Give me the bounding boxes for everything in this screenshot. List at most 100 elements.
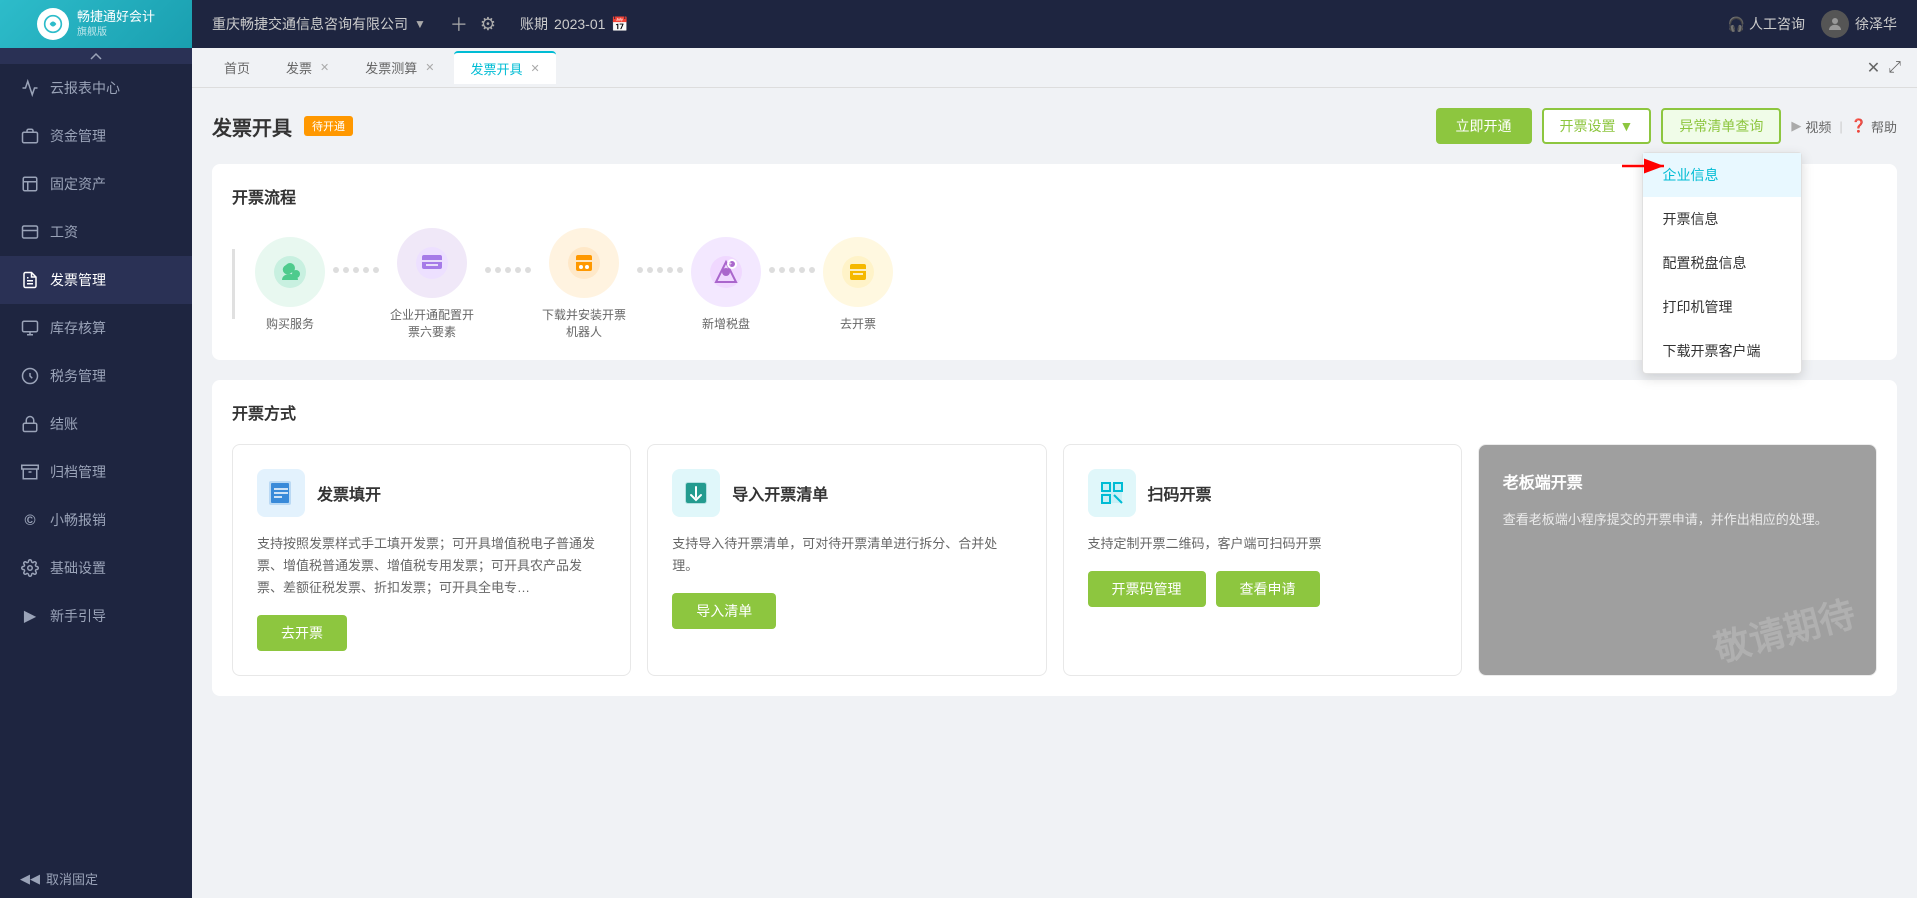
view-application-button[interactable]: 查看申请 bbox=[1216, 571, 1320, 607]
flow-steps: 购买服务 企业开通配置开票六要素 bbox=[232, 228, 1877, 340]
sidebar-item-label: 基础设置 bbox=[50, 558, 106, 578]
reports-icon bbox=[20, 78, 40, 98]
service-label: 人工咨询 bbox=[1749, 14, 1805, 34]
headset-icon: 🎧 bbox=[1728, 16, 1745, 33]
user-info[interactable]: 徐泽华 bbox=[1821, 10, 1897, 38]
settings-button[interactable]: ⚙ bbox=[480, 14, 496, 35]
sidebar-item-salary[interactable]: 工资 bbox=[0, 208, 192, 256]
connector-1 bbox=[333, 267, 379, 273]
dropdown-item-printer[interactable]: 打印机管理 bbox=[1643, 285, 1801, 329]
company-dropdown-arrow: ▼ bbox=[414, 17, 426, 31]
add-tab-button[interactable]: ＋ bbox=[450, 11, 468, 37]
video-label[interactable]: 视频 bbox=[1805, 117, 1831, 136]
method-card-scan: 扫码开票 支持定制开票二维码，客户端可扫码开票 开票码管理 查看申请 bbox=[1063, 444, 1462, 676]
connector-4 bbox=[769, 267, 815, 273]
tab-invoice-list-label: 发票 bbox=[286, 58, 312, 77]
dropdown-item-tax-disk[interactable]: 配置税盘信息 bbox=[1643, 241, 1801, 285]
header-actions: 立即开通 开票设置 ▼ 企业信息 开票信息 bbox=[1436, 108, 1897, 144]
sidebar-item-label: 税务管理 bbox=[50, 366, 106, 386]
close-tab-button[interactable]: ✕ bbox=[1867, 58, 1880, 78]
sidebar-item-archive[interactable]: 归档管理 bbox=[0, 448, 192, 496]
tab-invoice-list[interactable]: 发票 ✕ bbox=[270, 52, 345, 83]
setting-button[interactable]: 开票设置 ▼ bbox=[1542, 108, 1652, 144]
tab-invoice-open[interactable]: 发票开具 ✕ bbox=[454, 51, 555, 84]
step-label-1: 购买服务 bbox=[266, 315, 314, 332]
sidebar-item-settings[interactable]: 基础设置 bbox=[0, 544, 192, 592]
sidebar-item-inventory[interactable]: 库存核算 bbox=[0, 304, 192, 352]
status-badge: 待开通 bbox=[304, 116, 353, 136]
page-title: 发票开具 bbox=[212, 112, 292, 141]
main-layout: 云报表中心 资金管理 固定资产 工资 发票管理 bbox=[0, 48, 1917, 898]
period-label: 账期 bbox=[520, 14, 548, 34]
method-card-fill: 发票填开 支持按照发票样式手工填开发票；可开具增值税电子普通发票、增值税普通发票… bbox=[232, 444, 631, 676]
exception-button[interactable]: 异常清单查询 bbox=[1661, 108, 1781, 144]
period-value: 2023-01 bbox=[554, 16, 605, 32]
sidebar-item-assets[interactable]: 固定资产 bbox=[0, 160, 192, 208]
import-invoice-title: 导入开票清单 bbox=[732, 481, 828, 505]
setting-dropdown-menu: 企业信息 开票信息 配置税盘信息 打印机管理 bbox=[1642, 152, 1802, 374]
sidebar-item-reports[interactable]: 云报表中心 bbox=[0, 64, 192, 112]
setting-dropdown-wrapper: 开票设置 ▼ 企业信息 开票信息 配置税盘信息 bbox=[1542, 108, 1652, 144]
sidebar-item-label: 发票管理 bbox=[50, 270, 106, 290]
logo-icon bbox=[37, 8, 69, 40]
settings-sidebar-icon bbox=[20, 558, 40, 578]
funds-icon bbox=[20, 126, 40, 146]
sidebar-item-tax[interactable]: 税务管理 bbox=[0, 352, 192, 400]
step-circle-1 bbox=[255, 237, 325, 307]
method-card-boss: 老板端开票 查看老板端小程序提交的开票申请，并作出相应的处理。 敬请期待 bbox=[1478, 444, 1877, 676]
setting-button-label: 开票设置 bbox=[1560, 116, 1616, 136]
import-invoice-icon bbox=[672, 469, 720, 517]
sidebar-item-accounting[interactable]: 结账 bbox=[0, 400, 192, 448]
import-invoice-button[interactable]: 导入清单 bbox=[672, 593, 776, 629]
sidebar-item-report2[interactable]: © 小畅报销 bbox=[0, 496, 192, 544]
svg-text:+: + bbox=[728, 261, 732, 268]
step-circle-5 bbox=[823, 237, 893, 307]
dropdown-item-invoice-info[interactable]: 开票信息 bbox=[1643, 197, 1801, 241]
invoice-icon bbox=[20, 270, 40, 290]
method-section-title: 开票方式 bbox=[232, 400, 1877, 424]
user-service[interactable]: 🎧 人工咨询 bbox=[1728, 14, 1805, 34]
sidebar-item-funds[interactable]: 资金管理 bbox=[0, 112, 192, 160]
dropdown-item-label: 配置税盘信息 bbox=[1663, 255, 1747, 271]
company-selector[interactable]: 重庆畅捷交通信息咨询有限公司 ▼ bbox=[212, 14, 426, 34]
dropdown-item-download-client[interactable]: 下载开票客户端 bbox=[1643, 329, 1801, 373]
boss-invoice-desc: 查看老板端小程序提交的开票申请，并作出相应的处理。 bbox=[1503, 509, 1852, 531]
help-label[interactable]: 帮助 bbox=[1871, 117, 1897, 136]
tab-invoice-test-close[interactable]: ✕ bbox=[425, 61, 434, 74]
tab-home[interactable]: 首页 bbox=[208, 52, 266, 83]
play-icon: ▶ bbox=[1791, 118, 1801, 134]
assets-icon bbox=[20, 174, 40, 194]
method-header-fill: 发票填开 bbox=[257, 469, 606, 517]
tab-invoice-list-close[interactable]: ✕ bbox=[320, 61, 329, 74]
topbar: 畅捷通好会计 旗舰版 重庆畅捷交通信息咨询有限公司 ▼ ＋ ⚙ 账期 2023-… bbox=[0, 0, 1917, 48]
sidebar-cancel-fixed[interactable]: ◀◀ 取消固定 bbox=[0, 859, 192, 898]
connector-2 bbox=[485, 267, 531, 273]
sidebar-item-label: 新手引导 bbox=[50, 606, 106, 626]
activate-button[interactable]: 立即开通 bbox=[1436, 108, 1532, 144]
step-label-2: 企业开通配置开票六要素 bbox=[387, 306, 477, 340]
dropdown-item-label: 开票信息 bbox=[1663, 211, 1719, 227]
setting-dropdown-icon: ▼ bbox=[1620, 118, 1634, 134]
guide-icon: ▶ bbox=[20, 606, 40, 626]
scan-code-manage-button[interactable]: 开票码管理 bbox=[1088, 571, 1206, 607]
method-header-import: 导入开票清单 bbox=[672, 469, 1021, 517]
sidebar-item-invoice[interactable]: 发票管理 bbox=[0, 256, 192, 304]
sidebar-item-label: 小畅报销 bbox=[50, 510, 106, 530]
calendar-icon[interactable]: 📅 bbox=[611, 16, 628, 33]
tab-invoice-test[interactable]: 发票测算 ✕ bbox=[349, 52, 450, 83]
tab-invoice-open-close[interactable]: ✕ bbox=[531, 62, 540, 75]
fill-invoice-title: 发票填开 bbox=[317, 481, 381, 505]
sidebar-item-label: 结账 bbox=[50, 414, 78, 434]
fill-invoice-button[interactable]: 去开票 bbox=[257, 615, 347, 651]
methods-grid: 发票填开 支持按照发票样式手工填开发票；可开具增值税电子普通发票、增值税普通发票… bbox=[232, 444, 1877, 676]
flow-step-3: 下载并安装开票机器人 bbox=[539, 228, 629, 340]
step-label-4: 新增税盘 bbox=[702, 315, 750, 332]
method-header-scan: 扫码开票 bbox=[1088, 469, 1437, 517]
report2-icon: © bbox=[20, 510, 40, 530]
content-area: 首页 发票 ✕ 发票测算 ✕ 发票开具 ✕ ✕ ⤢ 发票开具 bbox=[192, 48, 1917, 898]
sidebar-scroll-up[interactable] bbox=[0, 48, 192, 64]
sidebar-item-guide[interactable]: ▶ 新手引导 bbox=[0, 592, 192, 640]
step-circle-3 bbox=[549, 228, 619, 298]
maximize-button[interactable]: ⤢ bbox=[1888, 59, 1901, 77]
scan-invoice-icon bbox=[1088, 469, 1136, 517]
